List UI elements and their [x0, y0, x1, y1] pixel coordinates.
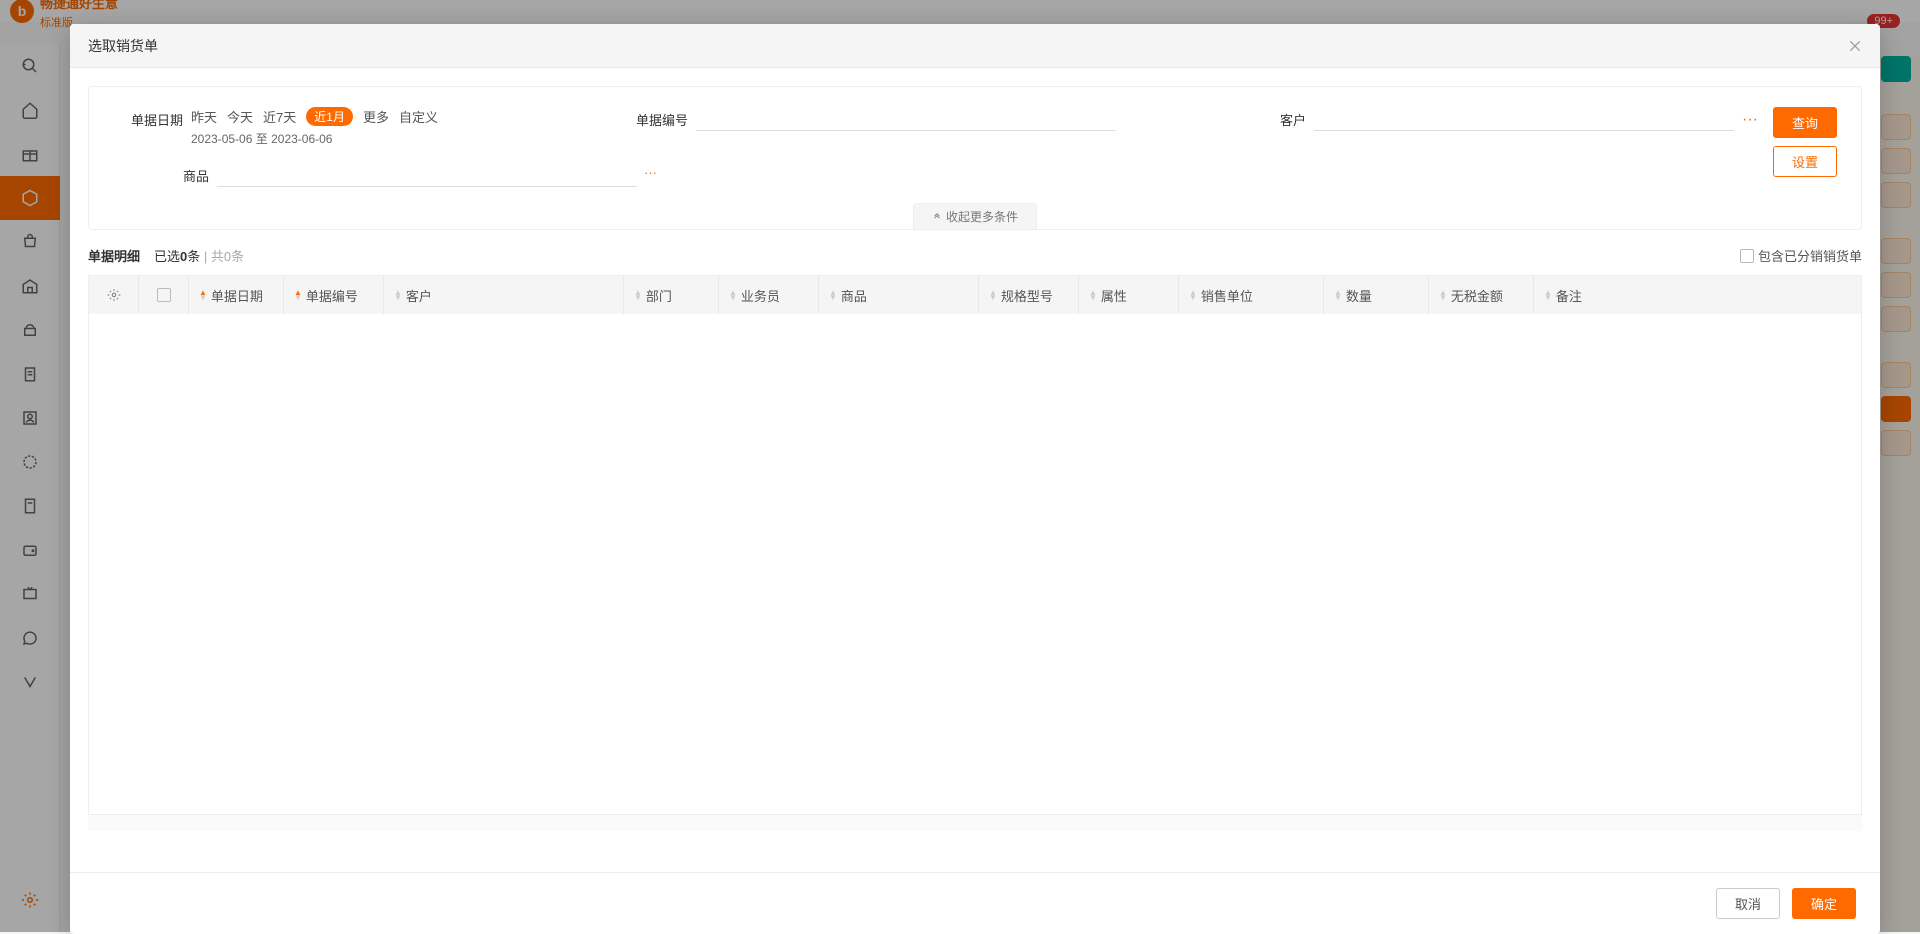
modal-title: 选取销货单: [88, 36, 158, 56]
col-spec[interactable]: ▲▼规格型号: [979, 276, 1079, 314]
filter-customer-picker-icon[interactable]: ···: [1742, 111, 1758, 129]
date-tag-custom[interactable]: 自定义: [399, 107, 438, 126]
collapse-label: 收起更多条件: [946, 208, 1018, 225]
chevron-up-icon: [932, 212, 942, 222]
modal-header: 选取销货单: [70, 24, 1880, 68]
date-range-display: 2023-05-06 至 2023-06-06: [191, 130, 438, 147]
col-amount[interactable]: ▲▼无税金额: [1429, 276, 1534, 314]
filter-customer: 客户 ···: [1236, 107, 1758, 131]
list-title: 单据明细: [88, 246, 140, 265]
filter-product-input[interactable]: [217, 163, 637, 187]
date-tag-more[interactable]: 更多: [363, 107, 389, 126]
modal-footer: 取消 确定: [70, 872, 1880, 934]
date-tag-7days[interactable]: 近7天: [263, 107, 296, 126]
horizontal-scrollbar[interactable]: [88, 815, 1862, 831]
date-tag-yesterday[interactable]: 昨天: [191, 107, 217, 126]
col-remark[interactable]: ▲▼备注: [1534, 276, 1861, 314]
date-end: 2023-06-06: [271, 132, 332, 146]
col-salesman[interactable]: ▲▼业务员: [719, 276, 819, 314]
list-total: 共0条: [211, 249, 244, 264]
list-selected: 已选0条 | 共0条: [154, 246, 244, 265]
filter-product: 商品 ···: [113, 163, 637, 187]
settings-button[interactable]: 设置: [1773, 146, 1837, 177]
list-header: 单据明细 已选0条 | 共0条 包含已分销销货单: [88, 246, 1862, 265]
include-distributed-checkbox[interactable]: [1740, 249, 1754, 263]
results-table: ▲▼单据日期 ▲▼单据编号 ▲▼客户 ▲▼部门 ▲▼业务员 ▲▼商品 ▲▼规格型…: [88, 275, 1862, 815]
filter-date-label: 单据日期: [113, 107, 183, 129]
col-attr[interactable]: ▲▼属性: [1079, 276, 1179, 314]
filter-product-picker-icon[interactable]: ···: [644, 165, 657, 180]
select-all-checkbox[interactable]: [139, 276, 189, 314]
modal-body: 单据日期 昨天 今天 近7天 近1月 更多 自定义 2023-05-06 至: [70, 68, 1880, 872]
col-date[interactable]: ▲▼单据日期: [189, 276, 284, 314]
query-button[interactable]: 查询: [1773, 107, 1837, 138]
date-start: 2023-05-06: [191, 132, 252, 146]
filter-customer-input[interactable]: [1314, 107, 1734, 131]
col-unit[interactable]: ▲▼销售单位: [1179, 276, 1324, 314]
cancel-button[interactable]: 取消: [1716, 888, 1780, 919]
collapse-filters-button[interactable]: 收起更多条件: [913, 203, 1037, 229]
filter-product-label: 商品: [113, 163, 209, 185]
col-product[interactable]: ▲▼商品: [819, 276, 979, 314]
filter-customer-label: 客户: [1236, 107, 1306, 129]
column-settings-icon[interactable]: [89, 276, 139, 314]
col-customer[interactable]: ▲▼客户: [384, 276, 624, 314]
col-code[interactable]: ▲▼单据编号: [284, 276, 384, 314]
filter-code-label: 单据编号: [618, 107, 688, 129]
table-body-empty: [89, 314, 1861, 814]
date-tag-1month[interactable]: 近1月: [306, 107, 353, 126]
table-header: ▲▼单据日期 ▲▼单据编号 ▲▼客户 ▲▼部门 ▲▼业务员 ▲▼商品 ▲▼规格型…: [89, 276, 1861, 314]
close-icon[interactable]: [1848, 39, 1862, 53]
col-dept[interactable]: ▲▼部门: [624, 276, 719, 314]
col-qty[interactable]: ▲▼数量: [1324, 276, 1429, 314]
filter-panel: 单据日期 昨天 今天 近7天 近1月 更多 自定义 2023-05-06 至: [88, 86, 1862, 230]
list-sep: |: [200, 249, 211, 264]
filter-date: 单据日期 昨天 今天 近7天 近1月 更多 自定义 2023-05-06 至: [113, 107, 438, 147]
include-distributed-label: 包含已分销销货单: [1758, 246, 1862, 265]
select-sales-order-modal: 选取销货单 单据日期 昨天 今天 近7天 近1月 更多: [70, 24, 1880, 934]
date-sep: 至: [256, 132, 268, 146]
date-tag-today[interactable]: 今天: [227, 107, 253, 126]
filter-code-input[interactable]: [696, 107, 1116, 131]
confirm-button[interactable]: 确定: [1792, 888, 1856, 919]
filter-code: 单据编号: [618, 107, 1116, 131]
filter-actions: 查询 设置: [1773, 107, 1837, 177]
